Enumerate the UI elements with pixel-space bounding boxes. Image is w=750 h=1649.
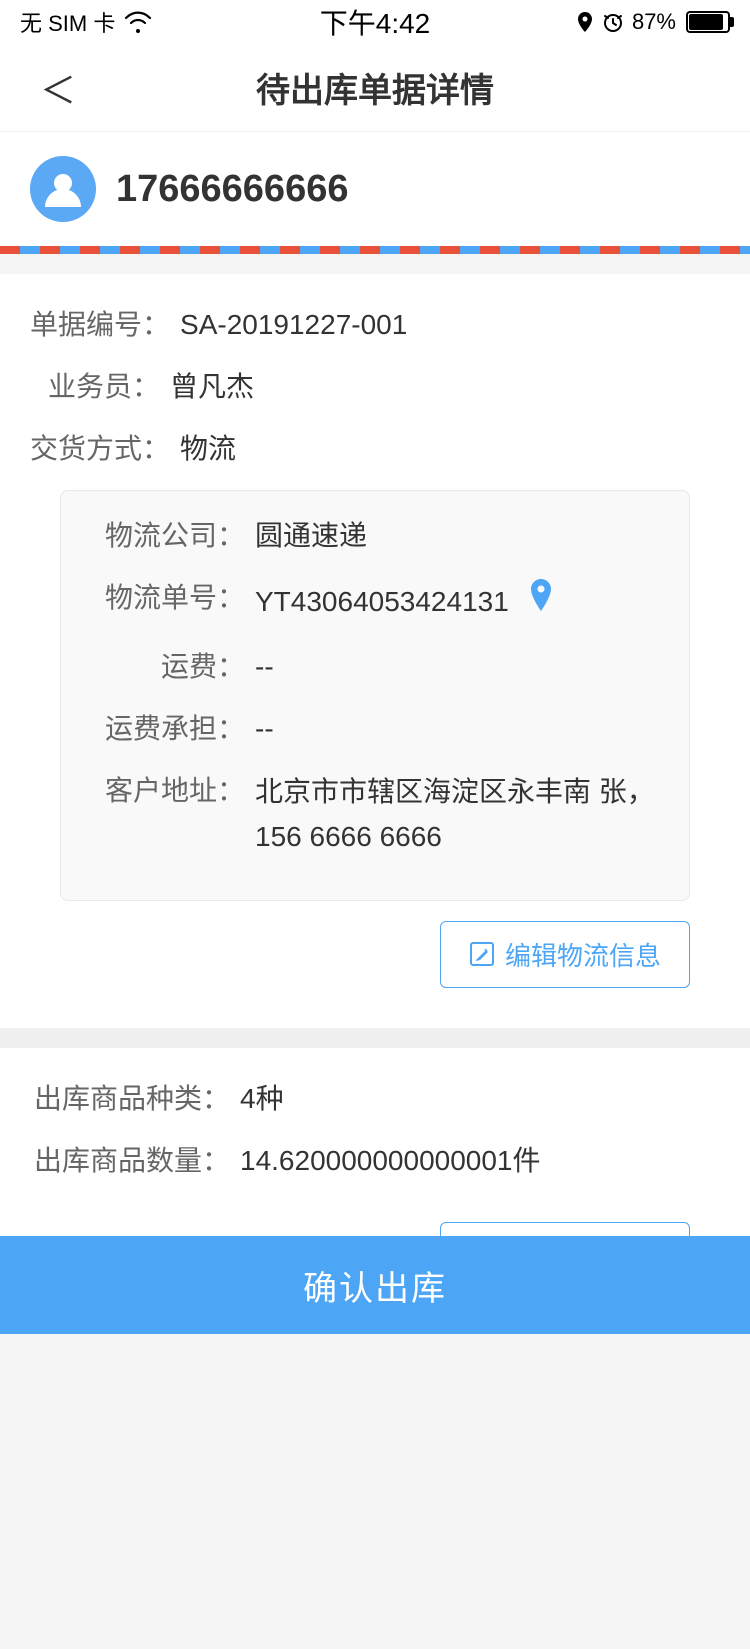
edit-logistics-area: 编辑物流信息 — [30, 901, 720, 1008]
wifi-icon — [123, 11, 153, 33]
order-info-section: 单据编号： SA-20191227-001 业务员： 曾凡杰 交货方式： 物流 … — [0, 274, 750, 1028]
salesperson-row: 业务员： 曾凡杰 — [30, 366, 720, 408]
logistics-company-row: 物流公司： 圆通速递 — [85, 515, 665, 557]
stock-type-row: 出库商品种类： 4种 — [30, 1078, 720, 1120]
customer-avatar — [30, 156, 96, 222]
stock-type-value: 4种 — [240, 1078, 720, 1120]
stock-type-label: 出库商品种类： — [30, 1078, 230, 1120]
stock-quantity-label: 出库商品数量： — [30, 1140, 230, 1182]
freight-value: -- — [255, 646, 665, 688]
bottom-bar: 确认出库 — [0, 1236, 750, 1334]
edit-icon — [469, 941, 495, 967]
tracking-number-value: YT43064053424131 — [255, 577, 665, 626]
order-number-value: SA-20191227-001 — [180, 304, 720, 346]
address-row: 客户地址： 北京市市辖区海淀区永丰南 张，156 6666 6666 — [85, 770, 665, 860]
battery-percent: 87% — [632, 9, 676, 35]
carrier-text: 无 SIM 卡 — [20, 6, 115, 38]
address-label: 客户地址： — [85, 770, 245, 812]
location-status-icon — [576, 11, 594, 33]
salesperson-value: 曾凡杰 — [170, 366, 720, 408]
order-number-label: 单据编号： — [30, 304, 170, 346]
logistics-card: 物流公司： 圆通速递 物流单号： YT43064053424131 运费： -- — [60, 490, 690, 901]
main-content: 17666666666 单据编号： SA-20191227-001 业务员： 曾… — [0, 132, 750, 1649]
tracking-number-label: 物流单号： — [85, 577, 245, 619]
status-bar-left: 无 SIM 卡 — [20, 6, 153, 38]
stock-quantity-row: 出库商品数量： 14.620000000000001件 — [30, 1140, 720, 1182]
back-button[interactable]: ＜ — [30, 52, 86, 124]
customer-card: 17666666666 — [0, 132, 750, 246]
battery-fill — [689, 14, 723, 30]
tracking-number-row: 物流单号： YT43064053424131 — [85, 577, 665, 626]
address-value: 北京市市辖区海淀区永丰南 张，156 6666 6666 — [255, 770, 665, 860]
page-title: 待出库单据详情 — [256, 63, 494, 112]
freight-bearer-label: 运费承担： — [85, 708, 245, 750]
salesperson-label: 业务员： — [30, 366, 160, 408]
freight-bearer-value: -- — [255, 708, 665, 750]
stock-quantity-value: 14.620000000000001件 — [240, 1140, 720, 1182]
logistics-company-label: 物流公司： — [85, 515, 245, 557]
tracking-location-icon[interactable] — [525, 577, 557, 626]
freight-row: 运费： -- — [85, 646, 665, 688]
edit-logistics-label: 编辑物流信息 — [505, 936, 661, 973]
logistics-company-value: 圆通速递 — [255, 515, 665, 557]
alarm-icon — [602, 11, 624, 33]
edit-logistics-button[interactable]: 编辑物流信息 — [440, 921, 690, 988]
dashed-divider — [0, 246, 750, 254]
freight-label: 运费： — [85, 646, 245, 688]
nav-bar: ＜ 待出库单据详情 — [0, 44, 750, 132]
confirm-button[interactable]: 确认出库 — [303, 1261, 447, 1310]
status-bar: 无 SIM 卡 下午4:42 87% — [0, 0, 750, 44]
battery-bar — [686, 11, 730, 33]
freight-bearer-row: 运费承担： -- — [85, 708, 665, 750]
empty-space — [0, 1329, 750, 1529]
customer-phone: 17666666666 — [116, 168, 348, 211]
delivery-method-row: 交货方式： 物流 — [30, 428, 720, 470]
delivery-method-label: 交货方式： — [30, 428, 170, 470]
delivery-method-value: 物流 — [180, 428, 720, 470]
section-separator-1 — [0, 1028, 750, 1048]
status-bar-time: 下午4:42 — [320, 2, 431, 42]
user-icon — [41, 167, 85, 211]
status-bar-right: 87% — [576, 9, 730, 35]
order-number-row: 单据编号： SA-20191227-001 — [30, 304, 720, 346]
